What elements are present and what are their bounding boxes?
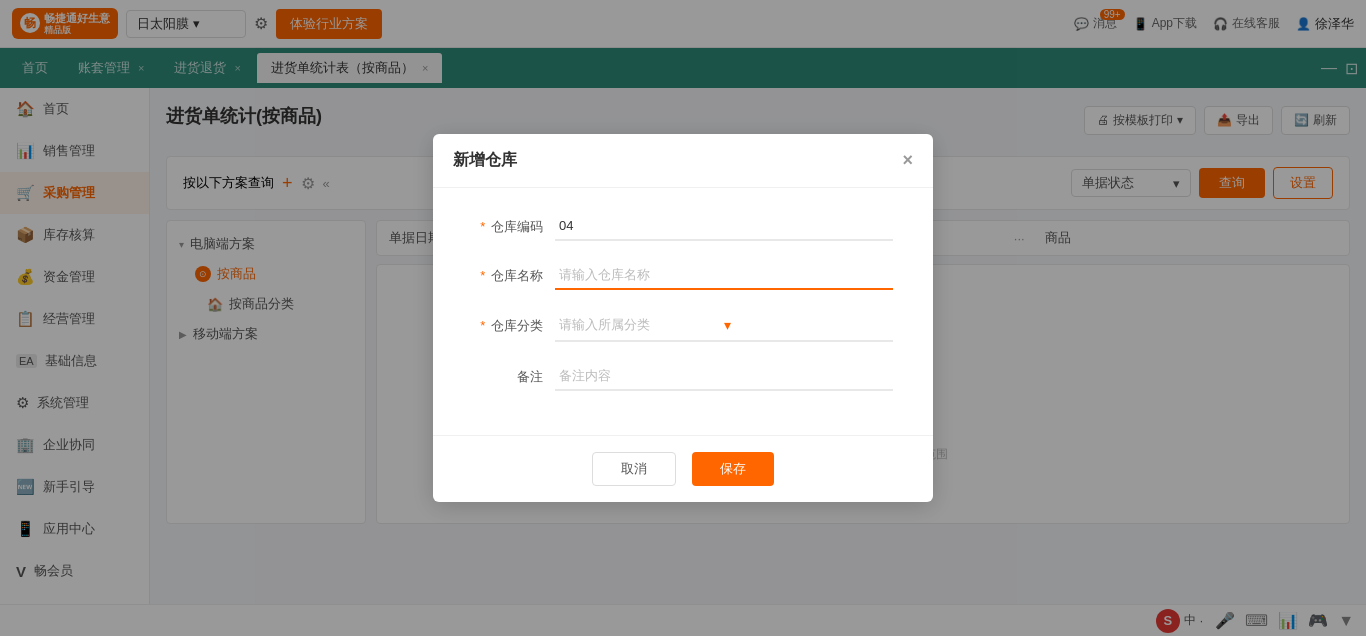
form-row-name: * 仓库名称: [473, 261, 893, 290]
remark-input[interactable]: [555, 362, 893, 391]
remark-label: 备注: [473, 368, 543, 386]
modal-footer: 取消 保存: [433, 435, 933, 502]
warehouse-category-select[interactable]: 请输入所属分类 ▾: [555, 310, 893, 342]
modal-header: 新增仓库 ×: [433, 134, 933, 188]
modal-title: 新增仓库: [453, 150, 517, 171]
save-button[interactable]: 保存: [692, 452, 774, 486]
form-row-category: * 仓库分类 请输入所属分类 ▾: [473, 310, 893, 342]
warehouse-code-input[interactable]: [555, 212, 893, 241]
modal-overlay[interactable]: 新增仓库 × * 仓库编码 * 仓库名称: [0, 0, 1366, 636]
warehouse-code-label: * 仓库编码: [473, 218, 543, 236]
category-chevron-icon: ▾: [724, 317, 889, 333]
warehouse-category-label: * 仓库分类: [473, 317, 543, 335]
warehouse-category-placeholder: 请输入所属分类: [559, 316, 724, 334]
required-star-name: *: [480, 268, 485, 283]
required-star-category: *: [480, 318, 485, 333]
warehouse-name-label: * 仓库名称: [473, 267, 543, 285]
form-row-remark: 备注: [473, 362, 893, 391]
modal-body: * 仓库编码 * 仓库名称 * 仓库分类 请输入所属: [433, 188, 933, 435]
warehouse-name-input[interactable]: [555, 261, 893, 290]
form-row-code: * 仓库编码: [473, 212, 893, 241]
modal-close-icon[interactable]: ×: [902, 150, 913, 171]
required-star-code: *: [480, 219, 485, 234]
new-warehouse-modal: 新增仓库 × * 仓库编码 * 仓库名称: [433, 134, 933, 502]
cancel-button[interactable]: 取消: [592, 452, 676, 486]
